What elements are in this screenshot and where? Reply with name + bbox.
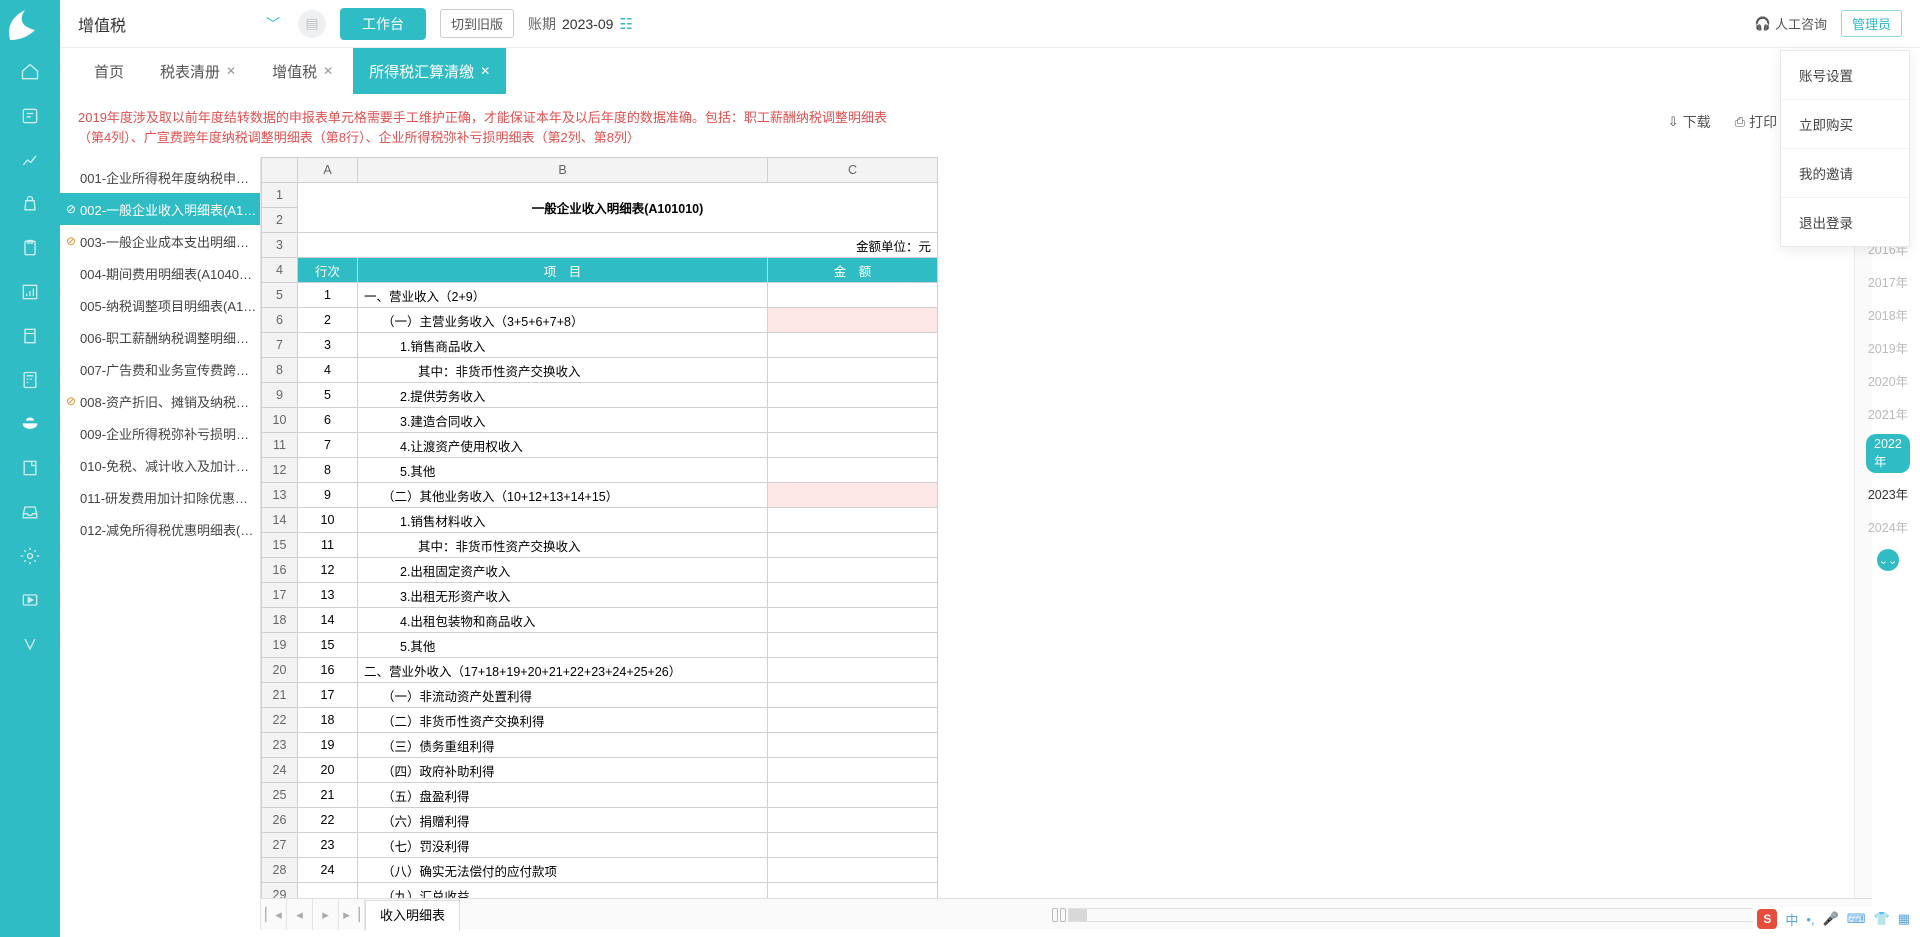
form-item[interactable]: 009-企业所得税弥补亏损明… — [60, 417, 260, 449]
top-bar: 增值税 ﹀ ▤ 工作台 切到旧版 账期 2023-09 ☷ 🎧 人工咨询 管理员 — [60, 0, 1920, 48]
year-2019年[interactable]: 2019年 — [1868, 335, 1908, 360]
nav-v-icon[interactable] — [0, 622, 60, 666]
sheet-nav-last[interactable]: ▸▕ — [339, 899, 365, 930]
tab-税表清册[interactable]: 税表清册✕ — [144, 48, 252, 94]
chevron-down-icon: ﹀ — [266, 14, 280, 34]
ime-skin-icon[interactable]: 👕 — [1874, 911, 1890, 927]
year-more-icon[interactable]: ⌄⌄ — [1877, 549, 1899, 571]
form-item[interactable]: 004-期间费用明细表(A1040… — [60, 257, 260, 289]
workbench-button[interactable]: 工作台 — [340, 8, 426, 40]
ime-badge[interactable]: S — [1757, 909, 1777, 929]
alert-icon: ⊘ — [66, 234, 76, 248]
admin-dropdown: 账号设置 立即购买 我的邀请 退出登录 — [1780, 50, 1910, 247]
form-list: 001-企业所得税年度纳税申…⊘002-一般企业收入明细表(A1…⊘003-一般… — [60, 157, 260, 930]
ime-toolbar: S 中 •, 🎤 ⌨ 👕 ▦ — [1753, 907, 1914, 931]
nav-clipboard-icon[interactable] — [0, 226, 60, 270]
tab-所得税汇算清缴[interactable]: 所得税汇算清缴✕ — [353, 48, 506, 94]
form-item[interactable]: 007-广告费和业务宣传费跨… — [60, 353, 260, 385]
headset-icon: 🎧 — [1755, 16, 1771, 32]
close-icon[interactable]: ✕ — [323, 64, 333, 78]
form-item[interactable]: 005-纳税调整项目明细表(A1… — [60, 289, 260, 321]
logo-icon[interactable] — [0, 0, 60, 50]
sheet-nav-prev[interactable]: ◂ — [287, 899, 313, 930]
ime-toolbox-icon[interactable]: ▦ — [1898, 911, 1910, 927]
nav-inbox-icon[interactable] — [0, 490, 60, 534]
nav-doc-icon[interactable] — [0, 446, 60, 490]
download-icon: ⇩ — [1668, 114, 1679, 130]
form-item[interactable]: 010-免税、减计收入及加计… — [60, 449, 260, 481]
print-icon: ⎙ — [1735, 114, 1745, 130]
org-name: 增值税 — [78, 12, 126, 36]
note-icon-button[interactable]: ▤ — [298, 10, 326, 38]
nav-video-icon[interactable] — [0, 578, 60, 622]
alert-icon: ⊘ — [66, 394, 76, 408]
menu-account-settings[interactable]: 账号设置 — [1781, 51, 1909, 100]
close-icon[interactable]: ✕ — [480, 64, 490, 78]
org-selector[interactable]: 增值税 ﹀ — [78, 12, 298, 36]
print-button[interactable]: ⎙打印 — [1735, 112, 1777, 132]
menu-logout[interactable]: 退出登录 — [1781, 198, 1909, 246]
support-link[interactable]: 🎧 人工咨询 — [1755, 14, 1827, 33]
ime-punct-icon[interactable]: •, — [1806, 912, 1814, 927]
form-item[interactable]: 011-研发费用加计扣除优惠… — [60, 481, 260, 513]
nav-settings-icon[interactable] — [0, 534, 60, 578]
form-item[interactable]: ⊘003-一般企业成本支出明细… — [60, 225, 260, 257]
nav-ledger-icon[interactable] — [0, 94, 60, 138]
year-2023年[interactable]: 2023年 — [1868, 481, 1908, 506]
ime-mic-icon[interactable]: 🎤 — [1823, 911, 1839, 927]
period-label: 账期 — [528, 14, 556, 34]
nav-home-icon[interactable] — [0, 50, 60, 94]
form-item[interactable]: ⊘008-资产折旧、摊销及纳税… — [60, 385, 260, 417]
sheet-nav-first[interactable]: ▏◂ — [261, 899, 287, 930]
form-item[interactable]: 012-减免所得税优惠明细表(… — [60, 513, 260, 545]
switch-old-button[interactable]: 切到旧版 — [440, 9, 514, 38]
content-area: 2019年度涉及取以前年度结转数据的申报表单元格需要手工维护正确，才能保证本年及… — [60, 94, 1872, 937]
year-rail: 2016年2017年2018年2019年2020年2021年2022年2023年… — [1866, 236, 1910, 571]
close-icon[interactable]: ✕ — [226, 64, 236, 78]
menu-invites[interactable]: 我的邀请 — [1781, 149, 1909, 198]
warning-banner: 2019年度涉及取以前年度结转数据的申报表单元格需要手工维护正确，才能保证本年及… — [78, 108, 898, 147]
horizontal-scrollbar[interactable] — [1052, 906, 1872, 924]
grid-table[interactable]: ABC1一般企业收入明细表(A101010)23金额单位：元4行次项 目金 额5… — [261, 157, 938, 898]
left-nav-rail — [0, 0, 60, 937]
nav-bowl-icon[interactable] — [0, 402, 60, 446]
nav-calc-icon[interactable] — [0, 358, 60, 402]
nav-bag-icon[interactable] — [0, 182, 60, 226]
nav-report-icon[interactable] — [0, 270, 60, 314]
ime-keyboard-icon[interactable]: ⌨ — [1847, 911, 1866, 927]
page-tabs: 首页税表清册✕增值税✕所得税汇算清缴✕ — [60, 48, 1920, 94]
sheet-nav-next[interactable]: ▸ — [313, 899, 339, 930]
spreadsheet: ABC1一般企业收入明细表(A101010)23金额单位：元4行次项 目金 额5… — [260, 157, 1872, 930]
year-2022年[interactable]: 2022年 — [1866, 434, 1910, 473]
download-button[interactable]: ⇩下载 — [1668, 112, 1711, 132]
year-2024年[interactable]: 2024年 — [1868, 514, 1908, 539]
menu-purchase[interactable]: 立即购买 — [1781, 100, 1909, 149]
year-2020年[interactable]: 2020年 — [1868, 368, 1908, 393]
calendar-icon[interactable]: ☷ — [619, 15, 632, 33]
sheet-tab[interactable]: 收入明细表 — [365, 900, 460, 931]
year-2017年[interactable]: 2017年 — [1868, 269, 1908, 294]
form-item[interactable]: 001-企业所得税年度纳税申… — [60, 161, 260, 193]
tab-首页[interactable]: 首页 — [78, 48, 140, 94]
nav-tax-icon[interactable] — [0, 314, 60, 358]
period-value[interactable]: 2023-09 — [562, 16, 613, 32]
form-item[interactable]: 006-职工薪酬纳税调整明细… — [60, 321, 260, 353]
year-2018年[interactable]: 2018年 — [1868, 302, 1908, 327]
alert-icon: ⊘ — [66, 202, 76, 216]
form-item[interactable]: ⊘002-一般企业收入明细表(A1… — [60, 193, 260, 225]
ime-mode[interactable]: 中 — [1785, 910, 1798, 929]
sheet-footer: ▏◂ ◂ ▸ ▸▕ 收入明细表 — [261, 898, 1872, 930]
nav-chart-icon[interactable] — [0, 138, 60, 182]
tab-增值税[interactable]: 增值税✕ — [256, 48, 349, 94]
year-2021年[interactable]: 2021年 — [1868, 401, 1908, 426]
admin-button[interactable]: 管理员 — [1841, 10, 1902, 37]
